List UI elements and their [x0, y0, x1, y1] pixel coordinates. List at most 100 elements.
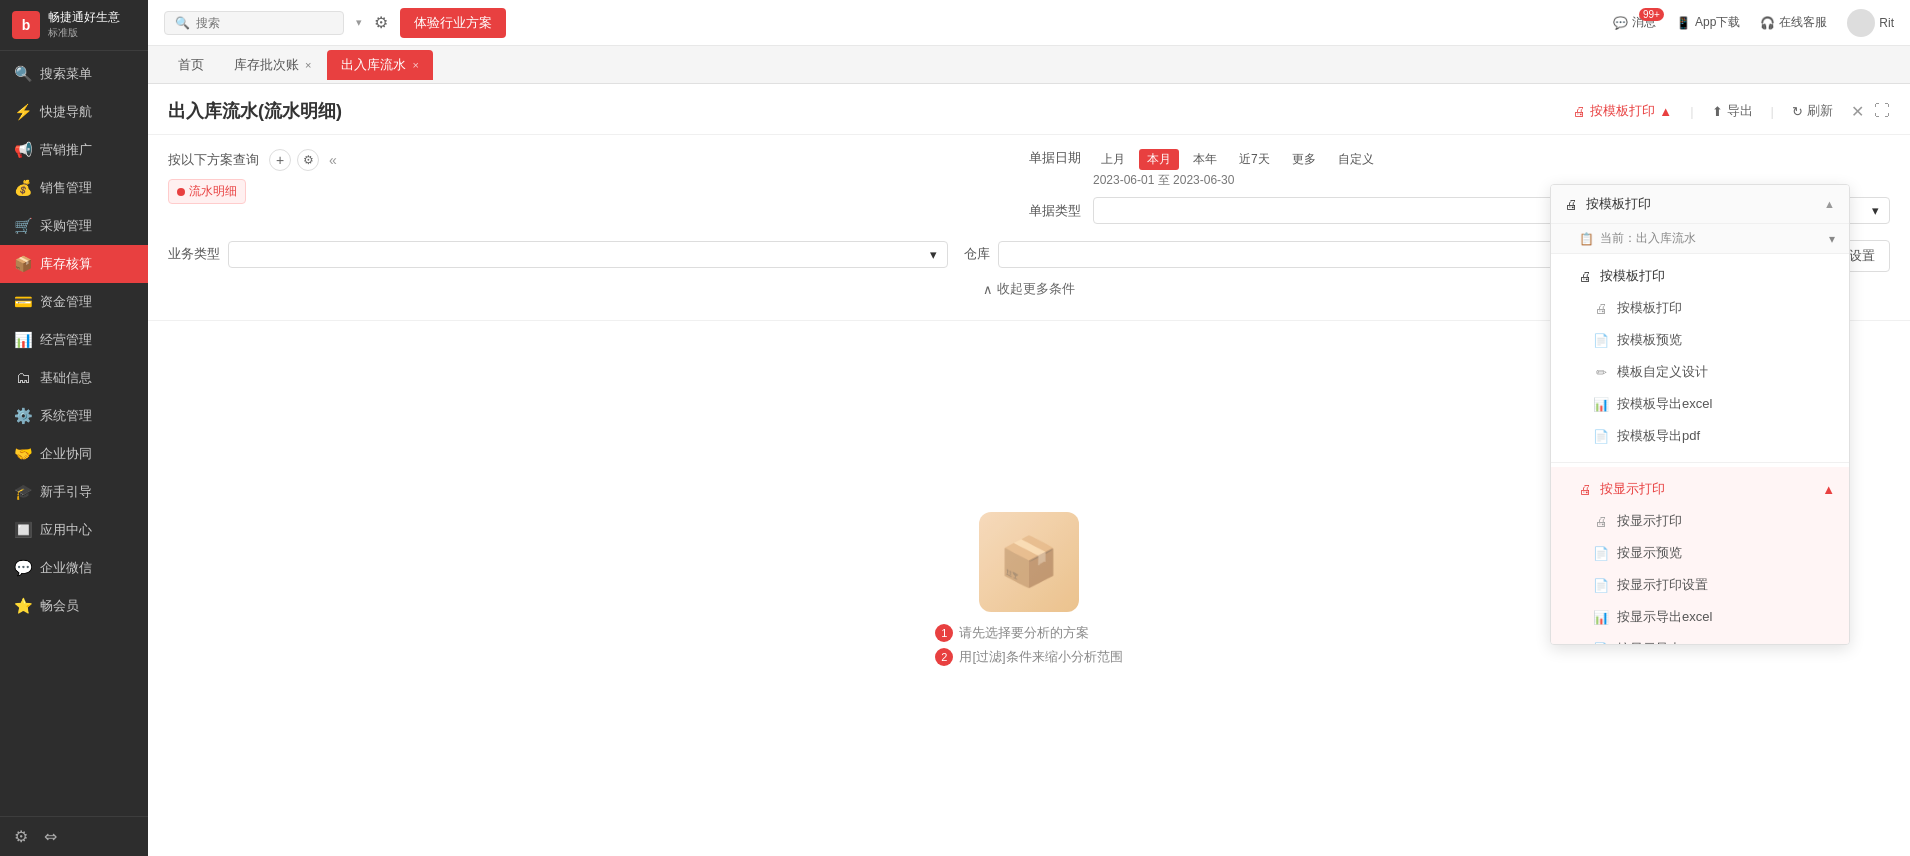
dropdown-current-item: 📋 当前：出入库流水 [1579, 230, 1696, 247]
template-print-item[interactable]: 🖨 按模板打印 [1551, 292, 1849, 324]
dropdown-scroll: 📋 当前：出入库流水 ▾ 🖨 按模板打印 🖨 按模 [1551, 224, 1849, 644]
sidebar-item-basic[interactable]: 🗂基础信息 [0, 359, 148, 397]
date-btn-last_month[interactable]: 上月 [1093, 149, 1133, 170]
app-download-label: App下载 [1695, 14, 1740, 31]
display-print-item[interactable]: 🖨 按显示打印 [1551, 505, 1849, 537]
tab-flow[interactable]: 出入库流水× [327, 50, 432, 80]
filter-query-label: 按以下方案查询 [168, 151, 259, 169]
trial-button[interactable]: 体验行业方案 [400, 8, 506, 38]
display-section-label: 按显示打印 [1600, 480, 1665, 498]
tab-batch-account[interactable]: 库存批次账× [220, 50, 325, 80]
date-btn-custom[interactable]: 自定义 [1330, 149, 1382, 170]
sidebar-item-system[interactable]: ⚙️ 系统管理 [0, 397, 148, 435]
filter-collapse-icon[interactable]: « [329, 152, 337, 168]
page-title: 出入库流水(流水明细) [168, 99, 342, 123]
sales-icon: 💰 [14, 179, 32, 197]
export-icon: ⬆ [1712, 104, 1723, 119]
sidebar-item-app-center[interactable]: 🔲应用中心 [0, 511, 148, 549]
sidebar-item-enterprise[interactable]: 🤝企业协同 [0, 435, 148, 473]
template-print-header[interactable]: 🖨 按模板打印 [1551, 260, 1849, 292]
display-print-header[interactable]: 🖨 按显示打印 ▲ [1551, 473, 1849, 505]
date-btn-current_year[interactable]: 本年 [1185, 149, 1225, 170]
sidebar-item-purchase[interactable]: 🛒采购管理 [0, 207, 148, 245]
search-input[interactable] [196, 16, 316, 30]
filter-tag[interactable]: 流水明细 [168, 179, 246, 204]
display-preview-item[interactable]: 📄 按显示预览 [1551, 537, 1849, 569]
settings-icon[interactable]: ⚙ [14, 827, 28, 846]
sidebar-item-label: 库存核算 [40, 255, 92, 273]
message-icon: 💬 [1613, 16, 1628, 30]
sidebar-item-newbie[interactable]: 🎓新手引导 [0, 473, 148, 511]
sidebar-item-finance[interactable]: 💳 资金管理 [0, 283, 148, 321]
refresh-button[interactable]: ↻ 刷新 [1784, 98, 1841, 124]
template-custom-item[interactable]: ✏ 模板自定义设计 [1551, 356, 1849, 388]
tab-label-home: 首页 [178, 56, 204, 74]
sidebar-item-operation[interactable]: 📊经营管理 [0, 321, 148, 359]
filter-setting-button[interactable]: ⚙ [297, 149, 319, 171]
voucher-type-dropdown-icon: ▾ [1872, 203, 1879, 218]
tip-num-1: 1 [935, 624, 953, 642]
system-icon: ⚙️ [14, 407, 32, 425]
date-btn-last_7_days[interactable]: 近7天 [1231, 149, 1278, 170]
biz-type-select[interactable]: ▾ [228, 241, 948, 268]
sidebar-item-membership[interactable]: ⭐畅会员 [0, 587, 148, 625]
template-preview-item[interactable]: 📄 按模板预览 [1551, 324, 1849, 356]
sidebar-item-search[interactable]: 🔍搜索菜单 [0, 55, 148, 93]
app-download-button[interactable]: 📱 App下载 [1676, 14, 1740, 31]
date-btn-more[interactable]: 更多 [1284, 149, 1324, 170]
sidebar-item-marketing[interactable]: 📢营销推广 [0, 131, 148, 169]
tab-close-batch-account[interactable]: × [305, 59, 311, 71]
export-button[interactable]: ⬆ 导出 [1704, 98, 1761, 124]
export-label: 导出 [1727, 102, 1753, 120]
dropdown-title-text: 按模板打印 [1586, 195, 1651, 213]
template-print-section: 🖨 按模板打印 🖨 按模板打印 📄 按模板预览 ✏ 模板自定义设 [1551, 254, 1849, 458]
tab-home[interactable]: 首页 [164, 50, 218, 80]
display-export-pdf-icon: 📄 [1593, 642, 1609, 645]
basic-icon: 🗂 [14, 369, 32, 386]
header-gear-icon[interactable]: ⚙ [374, 13, 388, 32]
sidebar-item-quick-nav[interactable]: ⚡快捷导航 [0, 93, 148, 131]
content-header: 出入库流水(流水明细) 🖨 按模板打印 ▲ | ⬆ 导出 | ↻ 刷新 ✕ [148, 84, 1910, 135]
close-window-button[interactable]: ✕ [1851, 102, 1864, 121]
dropdown-up-icon[interactable]: ▲ [1824, 198, 1835, 210]
user-profile[interactable]: Rit [1847, 9, 1894, 37]
print-template-button[interactable]: 🖨 按模板打印 ▲ [1565, 98, 1680, 124]
display-export-excel-item[interactable]: 📊 按显示导出excel [1551, 601, 1849, 633]
display-section-chevron[interactable]: ▲ [1822, 482, 1835, 497]
expand-button[interactable]: ⛶ [1874, 102, 1890, 120]
collapse-icon[interactable]: ⇔ [44, 827, 57, 846]
finance-icon: 💳 [14, 293, 32, 311]
app-center-icon: 🔲 [14, 521, 32, 539]
sidebar-item-label: 经营管理 [40, 331, 92, 349]
date-btn-current_month[interactable]: 本月 [1139, 149, 1179, 170]
action-separator-1: | [1690, 104, 1693, 119]
display-preview-icon: 📄 [1593, 546, 1609, 561]
dropdown-printer-icon: 🖨 [1565, 197, 1578, 212]
search-dropdown-icon[interactable]: ▾ [356, 16, 362, 29]
tip-text-2: 用[过滤]条件来缩小分析范围 [959, 648, 1122, 666]
corp-wechat-icon: 💬 [14, 559, 32, 577]
sidebar-item-label: 系统管理 [40, 407, 92, 425]
sidebar-item-corp-wechat[interactable]: 💬企业微信 [0, 549, 148, 587]
header-search[interactable]: 🔍 [164, 11, 344, 35]
display-export-pdf-item[interactable]: 📄 按显示导出pdf [1551, 633, 1849, 644]
dropdown-current-chevron[interactable]: ▾ [1829, 232, 1835, 246]
display-print-settings-icon: 📄 [1593, 578, 1609, 593]
sidebar-item-sales[interactable]: 💰销售管理 [0, 169, 148, 207]
sidebar-item-label: 营销推广 [40, 141, 92, 159]
display-print-icon: 🖨 [1593, 514, 1609, 529]
sidebar-item-inventory[interactable]: 📦库存核算 [0, 245, 148, 283]
message-button[interactable]: 💬 消息 99+ [1613, 14, 1656, 31]
dropdown-current-label: 当前：出入库流水 [1600, 230, 1696, 247]
template-export-excel-item[interactable]: 📊 按模板导出excel [1551, 388, 1849, 420]
display-print-settings-item[interactable]: 📄 按显示打印设置 [1551, 569, 1849, 601]
sidebar-item-label: 资金管理 [40, 293, 92, 311]
sidebar-item-label: 搜索菜单 [40, 65, 92, 83]
template-export-pdf-item[interactable]: 📄 按模板导出pdf [1551, 420, 1849, 452]
filter-add-button[interactable]: + [269, 149, 291, 171]
top-header: 🔍 ▾ ⚙ 体验行业方案 💬 消息 99+ 📱 App下载 🎧 在线客服 Rit [148, 0, 1910, 46]
tab-close-flow[interactable]: × [412, 59, 418, 71]
action-separator-2: | [1771, 104, 1774, 119]
online-service-button[interactable]: 🎧 在线客服 [1760, 14, 1827, 31]
template-preview-icon: 📄 [1593, 333, 1609, 348]
